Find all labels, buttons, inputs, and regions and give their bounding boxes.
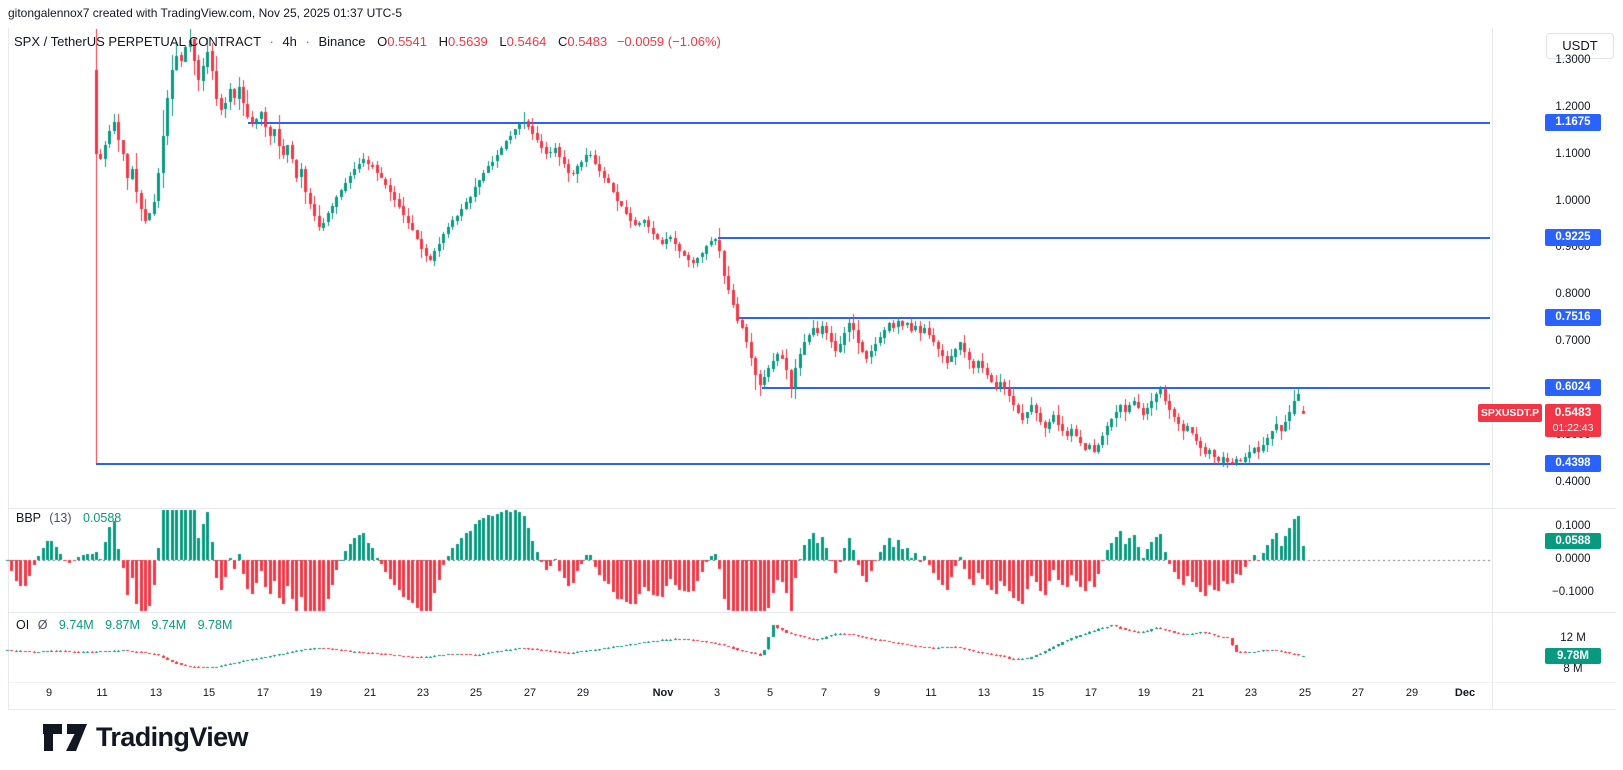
price-change-label: −0.0059 (−1.06%) [617,34,721,49]
time-tick-label: 21 [1192,687,1204,699]
price-tick-label: 1.3000 [1545,54,1601,66]
time-tick-label: Dec [1455,687,1475,699]
oi-open-value: 9.74M [59,618,94,632]
bbp-name[interactable]: BBP [16,511,41,525]
chart-canvas[interactable] [0,0,1623,770]
legend-separator: · [306,34,310,49]
time-tick-label: 29 [577,687,589,699]
time-scale[interactable]: 9 11 13 15 17 19 21 23 25 27 29 Nov 3 5 7 9 11 13 15 17 19 21… [8,683,1492,709]
bbp-tick-label: 0.1000 [1545,520,1601,532]
oi-low-value: 9.74M [151,618,186,632]
price-tick-label: 0.7000 [1545,335,1601,347]
price-tick-label: 1.0000 [1545,195,1601,207]
time-tick-label: 19 [310,687,322,699]
time-tick-label: 25 [470,687,482,699]
time-tick-label: 29 [1406,687,1418,699]
ohlc-close: C0.5483 [558,34,607,49]
level-price-badge: 1.1675 [1545,114,1601,131]
oi-tick-label: 12 M [1545,632,1601,644]
tradingview-logo[interactable]: TradingView [42,722,248,753]
time-tick-label: 21 [364,687,376,699]
tradingview-logo-icon [42,722,88,753]
price-tick-label: 0.8000 [1545,288,1601,300]
price-tick-label: 0.4000 [1545,476,1601,488]
oi-name[interactable]: OI [16,618,29,632]
time-tick-label: 13 [978,687,990,699]
time-tick-label: 11 [925,687,936,699]
price-tick-label: 1.1000 [1545,148,1601,160]
bbp-legend: BBP (13) 0.0588 [16,511,121,525]
time-tick-label: 23 [417,687,429,699]
symbol-title[interactable]: SPX / TetherUS PERPETUAL CONTRACT [14,34,261,49]
price-tick-label: 1.2000 [1545,101,1601,113]
time-tick-label: 7 [821,687,827,699]
symbol-legend: SPX / TetherUS PERPETUAL CONTRACT · 4h ·… [14,34,721,49]
time-tick-label: 27 [524,687,536,699]
time-tick-label: 15 [1032,687,1044,699]
time-tick-label: 9 [46,687,52,699]
ohlc-high: H0.5639 [439,34,488,49]
interval-label[interactable]: 4h [282,34,296,49]
bbp-tick-label: 0.0000 [1545,553,1601,565]
oi-close-value: 9.78M [198,618,233,632]
time-tick-label: 27 [1352,687,1364,699]
tradingview-chart-page: gitongalennox7 created with TradingView.… [0,0,1623,770]
candle-countdown: 01:22:43 [1545,421,1601,435]
time-tick-label: 23 [1245,687,1257,699]
symbol-price-tag: SPXUSDT.P [1478,404,1542,422]
time-tick-label: 5 [767,687,773,699]
tradingview-logo-text: TradingView [96,722,248,753]
last-price-badge: 0.5483 01:22:43 [1545,404,1601,437]
time-tick-label: 9 [874,687,880,699]
time-tick-label: 11 [96,687,107,699]
time-tick-label: 25 [1299,687,1311,699]
time-tick-label: 17 [1085,687,1097,699]
level-price-badge: 0.9225 [1545,229,1601,246]
attribution-text: gitongalennox7 created with TradingView.… [8,6,402,20]
bbp-value: 0.0588 [83,511,121,525]
level-price-badge: 0.7516 [1545,309,1601,326]
bbp-tick-label: −0.1000 [1545,586,1601,598]
level-price-badge: 0.4398 [1545,455,1601,472]
oi-tick-label: 8 M [1545,663,1601,675]
exchange-label: Binance [319,34,366,49]
ohlc-open: O0.5541 [377,34,427,49]
time-tick-label: 17 [257,687,269,699]
time-tick-label: 19 [1138,687,1150,699]
oi-legend: OI Ø 9.74M 9.87M 9.74M 9.78M [16,618,232,632]
time-tick-label: 3 [714,687,720,699]
time-tick-label: Nov [653,687,674,699]
last-price-value: 0.5483 [1545,404,1601,421]
oi-value-badge: 9.78M [1545,648,1601,664]
legend-separator: · [269,34,273,49]
bbp-params: (13) [49,511,71,525]
oi-avg-symbol: Ø [38,618,48,632]
time-tick-label: 15 [203,687,215,699]
level-price-badge: 0.6024 [1545,379,1601,396]
bbp-value-badge: 0.0588 [1545,533,1601,549]
ohlc-low: L0.5464 [499,34,546,49]
time-tick-label: 13 [150,687,162,699]
oi-high-value: 9.87M [105,618,140,632]
